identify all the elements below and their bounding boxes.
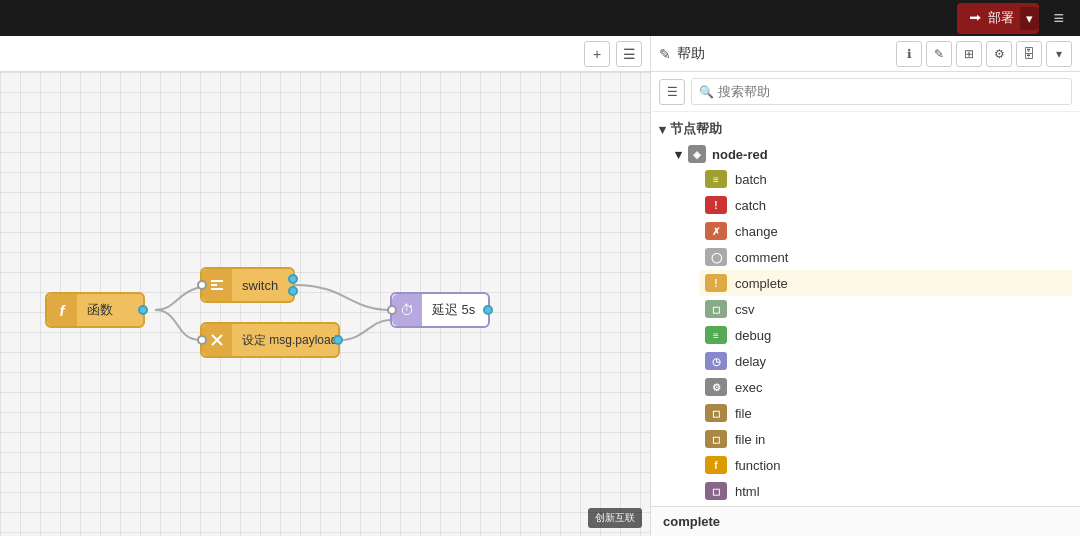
- switch-node-output-port-1[interactable]: [288, 274, 298, 284]
- tree-item-label-csv: csv: [735, 302, 755, 317]
- panel-more-btn[interactable]: ▾: [1046, 41, 1072, 67]
- panel-db-btn[interactable]: 🗄: [1016, 41, 1042, 67]
- panel-edit-btn[interactable]: ✎: [926, 41, 952, 67]
- tree-item-label-delay: delay: [735, 354, 766, 369]
- change-node-input-port[interactable]: [197, 335, 207, 345]
- panel-bottom: complete: [651, 506, 1080, 536]
- tree-item-html[interactable]: ◻ html: [699, 478, 1072, 504]
- deploy-button[interactable]: ⮕ 部署 ▾: [957, 3, 1039, 34]
- tree-group-chevron: ▾: [675, 147, 682, 162]
- watermark: 创新互联: [588, 508, 642, 528]
- change-node-output-port[interactable]: [333, 335, 343, 345]
- panel-title-icon: ✎: [659, 46, 671, 62]
- node-tree: ▾ 节点帮助 ▾ ◈ node-red ≡ batch! catch ✗ change ◯…: [651, 112, 1080, 506]
- function-node-label: 函数: [77, 301, 123, 319]
- delay-node-input-port[interactable]: [387, 305, 397, 315]
- tree-item-icon-file: ◻: [705, 404, 727, 422]
- tree-item-batch[interactable]: ≡ batch: [699, 166, 1072, 192]
- tree-item-label-batch: batch: [735, 172, 767, 187]
- tree-group-header[interactable]: ▾ ◈ node-red: [675, 142, 1072, 166]
- delay-node[interactable]: ⏱ 延迟 5s: [390, 292, 490, 328]
- tree-item-file-in[interactable]: ◻ file in: [699, 426, 1072, 452]
- flow-canvas[interactable]: f 函数 switch: [0, 72, 650, 536]
- tree-item-label-comment: comment: [735, 250, 788, 265]
- tree-item-label-file-in: file in: [735, 432, 765, 447]
- watermark-text: 创新互联: [595, 512, 635, 523]
- tree-item-label-exec: exec: [735, 380, 762, 395]
- panel-list-btn[interactable]: ☰: [659, 79, 685, 105]
- panel-title: ✎ 帮助: [659, 45, 892, 63]
- panel-search-row: ☰ 🔍: [651, 72, 1080, 112]
- tree-item-icon-complete: !: [705, 274, 727, 292]
- tree-item-label-debug: debug: [735, 328, 771, 343]
- tree-item-icon-html: ◻: [705, 482, 727, 500]
- change-node[interactable]: 设定 msg.payload: [200, 322, 340, 358]
- function-node-output-port[interactable]: [138, 305, 148, 315]
- switch-node[interactable]: switch: [200, 267, 295, 303]
- tree-group-nodred: ▾ ◈ node-red ≡ batch! catch ✗ change ◯ comment…: [675, 142, 1072, 504]
- switch-node-output-port-2[interactable]: [288, 286, 298, 296]
- delay-node-label: 延迟 5s: [422, 301, 485, 319]
- canvas-area: + ☰ f 函数: [0, 36, 650, 536]
- tree-section-chevron: ▾: [659, 122, 666, 137]
- tree-item-exec[interactable]: ⚙ exec: [699, 374, 1072, 400]
- tree-item-complete[interactable]: ! complete: [699, 270, 1072, 296]
- right-panel: ✎ 帮助 ℹ ✎ ⊞ ⚙ 🗄 ▾ ☰ 🔍 ▾ 节点帮助: [650, 36, 1080, 536]
- tree-section-header[interactable]: ▾ 节点帮助: [659, 116, 1072, 142]
- deploy-label: 部署: [988, 9, 1014, 27]
- main-area: + ☰ f 函数: [0, 36, 1080, 536]
- tree-section-nodes: ▾ 节点帮助 ▾ ◈ node-red ≡ batch! catch ✗ change ◯…: [651, 112, 1080, 506]
- tree-item-icon-exec: ⚙: [705, 378, 727, 396]
- switch-node-input-port[interactable]: [197, 280, 207, 290]
- tree-item-icon-delay: ◷: [705, 352, 727, 370]
- tree-item-icon-csv: ◻: [705, 300, 727, 318]
- tree-item-label-file: file: [735, 406, 752, 421]
- delay-node-output-port[interactable]: [483, 305, 493, 315]
- tree-item-change[interactable]: ✗ change: [699, 218, 1072, 244]
- deploy-icon: ⮕: [969, 11, 982, 26]
- tree-item-label-html: html: [735, 484, 760, 499]
- tree-item-icon-function: f: [705, 456, 727, 474]
- tree-item-csv[interactable]: ◻ csv: [699, 296, 1072, 322]
- tree-item-function[interactable]: f function: [699, 452, 1072, 478]
- panel-info-btn[interactable]: ℹ: [896, 41, 922, 67]
- tree-section-label: 节点帮助: [670, 120, 722, 138]
- tree-group-icon: ◈: [688, 145, 706, 163]
- panel-title-label: 帮助: [677, 45, 705, 63]
- tree-item-label-change: change: [735, 224, 778, 239]
- tree-group-label: node-red: [712, 147, 768, 162]
- tree-item-label-complete: complete: [735, 276, 788, 291]
- panel-settings-btn[interactable]: ⚙: [986, 41, 1012, 67]
- switch-node-label: switch: [232, 278, 288, 293]
- add-tab-button[interactable]: +: [584, 41, 610, 67]
- topbar-menu-button[interactable]: ≡: [1045, 4, 1072, 33]
- tree-items: ≡ batch! catch ✗ change ◯ comment! complete ◻ csv…: [699, 166, 1072, 504]
- canvas-toolbar: + ☰: [0, 36, 650, 72]
- search-input[interactable]: [691, 78, 1072, 105]
- change-node-label: 设定 msg.payload: [232, 332, 347, 349]
- panel-node-btn[interactable]: ⊞: [956, 41, 982, 67]
- tree-item-icon-batch: ≡: [705, 170, 727, 188]
- tree-item-icon-comment: ◯: [705, 248, 727, 266]
- search-icon: 🔍: [699, 85, 714, 99]
- tree-item-icon-debug: ≡: [705, 326, 727, 344]
- tree-item-file[interactable]: ◻ file: [699, 400, 1072, 426]
- panel-header: ✎ 帮助 ℹ ✎ ⊞ ⚙ 🗄 ▾: [651, 36, 1080, 72]
- tree-item-icon-change: ✗: [705, 222, 727, 240]
- list-tabs-button[interactable]: ☰: [616, 41, 642, 67]
- tree-item-label-function: function: [735, 458, 781, 473]
- tree-item-icon-file-in: ◻: [705, 430, 727, 448]
- function-node-icon: f: [47, 294, 77, 326]
- tree-item-catch[interactable]: ! catch: [699, 192, 1072, 218]
- function-node[interactable]: f 函数: [45, 292, 145, 328]
- deploy-dropdown-arrow[interactable]: ▾: [1020, 7, 1039, 30]
- tree-item-icon-catch: !: [705, 196, 727, 214]
- tree-item-label-catch: catch: [735, 198, 766, 213]
- search-wrap: 🔍: [691, 78, 1072, 105]
- tree-item-comment[interactable]: ◯ comment: [699, 244, 1072, 270]
- tree-item-delay[interactable]: ◷ delay: [699, 348, 1072, 374]
- topbar: ⮕ 部署 ▾ ≡: [0, 0, 1080, 36]
- panel-bottom-label: complete: [663, 514, 720, 529]
- tree-item-debug[interactable]: ≡ debug: [699, 322, 1072, 348]
